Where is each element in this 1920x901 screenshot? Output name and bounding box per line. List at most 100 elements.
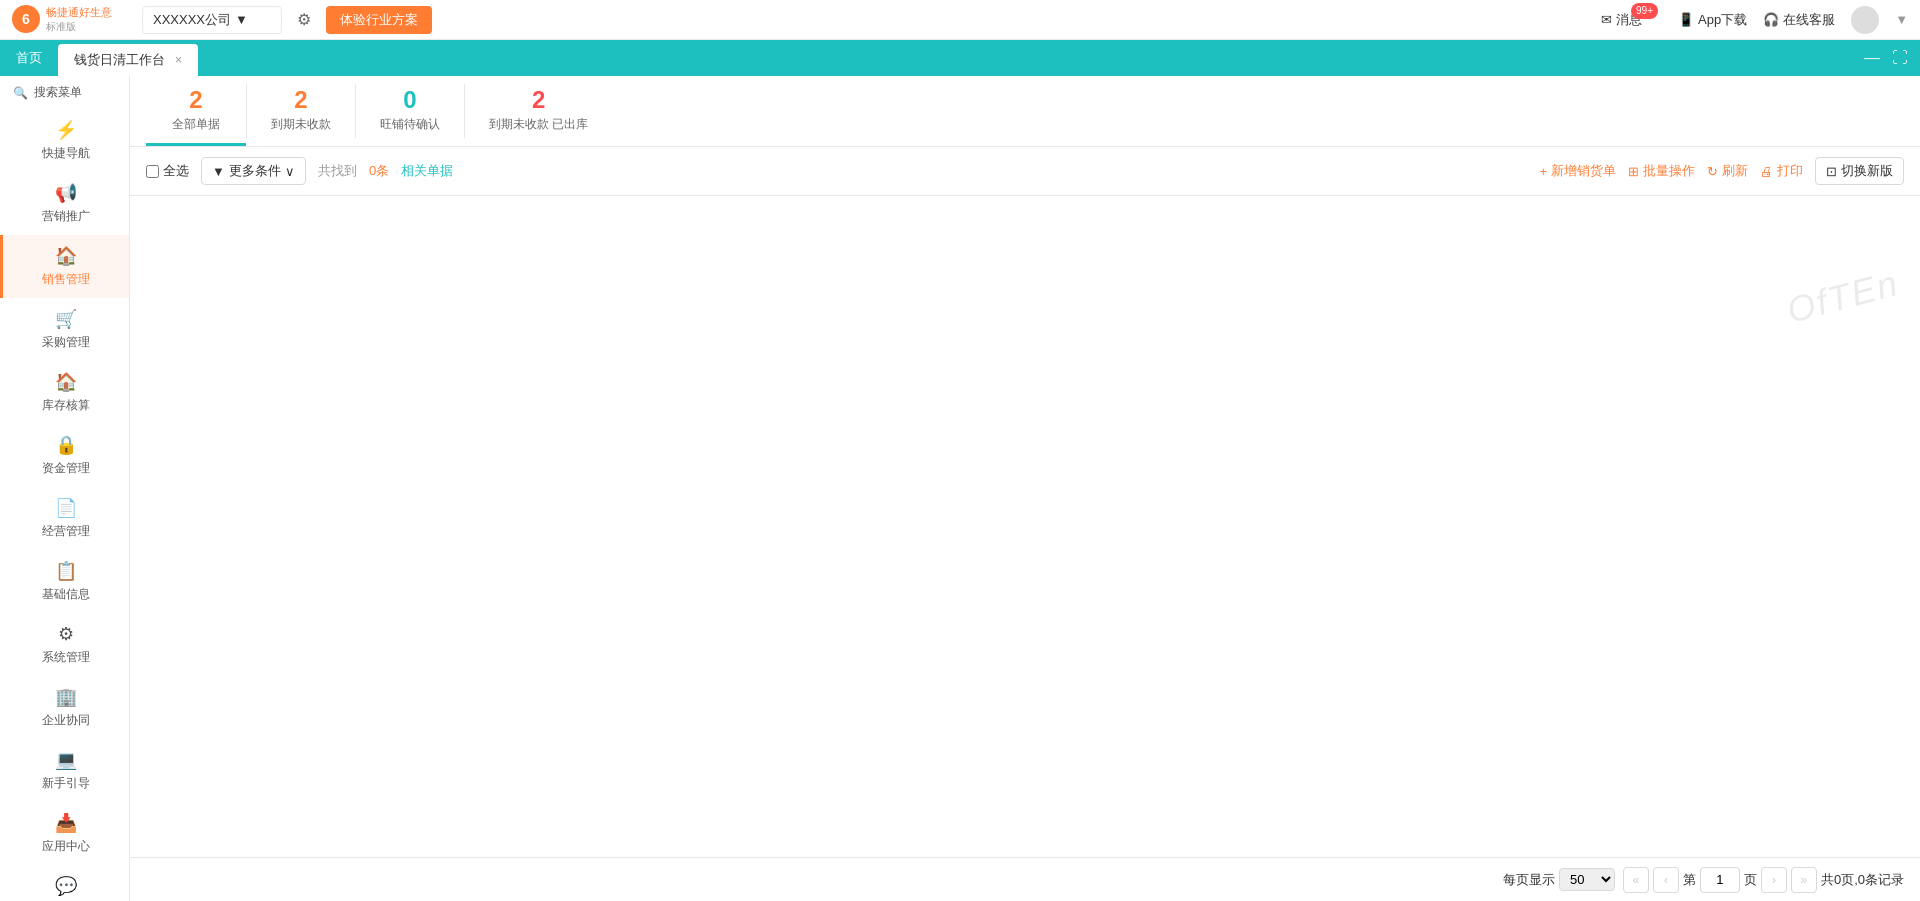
tab-bar-actions: — ⛶: [1864, 49, 1920, 67]
related-link[interactable]: 相关单据: [401, 162, 453, 180]
table-area: [130, 196, 1920, 857]
content-area: OfTEn 2 全部单据 2 到期未收款 0 旺铺待确认 2 到期未收款 已出库: [130, 76, 1920, 901]
filter-label: 更多条件: [229, 162, 281, 180]
sidebar-item-purchase[interactable]: 🛒 采购管理: [0, 298, 129, 361]
sidebar-item-sales[interactable]: 🏠 销售管理: [0, 235, 129, 298]
guide-icon: 💻: [55, 749, 77, 771]
basic-info-icon: 📋: [55, 560, 77, 582]
header-actions: ⚙ 体验行业方案: [290, 6, 432, 34]
select-all-input[interactable]: [146, 165, 159, 178]
main-layout: 🔍 搜索菜单 ⚡ 快捷导航 📢 营销推广 🏠 销售管理 🛒 采购管理 🏠 库存核…: [0, 76, 1920, 901]
stat-tab-overdue[interactable]: 2 到期未收款: [247, 76, 355, 146]
tab-close-icon[interactable]: ×: [175, 53, 182, 67]
sidebar-item-app-center[interactable]: 📥 应用中心: [0, 802, 129, 865]
username[interactable]: ▼: [1895, 12, 1908, 27]
stat-pending-num: 0: [403, 86, 416, 114]
stat-tab-pending[interactable]: 0 旺铺待确认: [356, 76, 464, 146]
sidebar-item-wechat[interactable]: 💬 企业微信: [0, 865, 129, 901]
sidebar-item-label: 资金管理: [42, 460, 90, 477]
app-center-icon: 📥: [55, 812, 77, 834]
stat-tab-all[interactable]: 2 全部单据: [146, 76, 246, 146]
print-button[interactable]: 🖨 打印: [1760, 162, 1803, 180]
logo-text-block: 畅捷通好生意 标准版: [46, 5, 112, 33]
sidebar-item-cooperation[interactable]: 🏢 企业协同: [0, 676, 129, 739]
sidebar-item-label: 系统管理: [42, 649, 90, 666]
switch-icon: ⊡: [1826, 164, 1837, 179]
tab-home[interactable]: 首页: [0, 40, 58, 76]
chevron-down-icon: ▼: [235, 12, 248, 27]
refresh-button[interactable]: ↻ 刷新: [1707, 162, 1748, 180]
page-unit: 页: [1744, 871, 1757, 889]
tab-active-label: 钱货日清工作台: [74, 51, 165, 69]
print-icon: 🖨: [1760, 164, 1773, 179]
online-service-label: 在线客服: [1783, 11, 1835, 29]
select-all-checkbox[interactable]: 全选: [146, 162, 189, 180]
tab-minimize-icon[interactable]: —: [1864, 49, 1880, 67]
tab-home-label: 首页: [16, 49, 42, 67]
stat-pending-label: 旺铺待确认: [380, 116, 440, 133]
stat-tab-unshipped[interactable]: 2 到期未收款 已出库: [465, 76, 612, 146]
stat-all-num: 2: [189, 86, 202, 114]
company-name: XXXXXX公司: [153, 11, 231, 29]
sidebar-search[interactable]: 🔍 搜索菜单: [0, 76, 129, 109]
stat-overdue-num: 2: [294, 86, 307, 114]
sidebar-item-system[interactable]: ⚙ 系统管理: [0, 613, 129, 676]
filter-chevron-icon: ∨: [285, 164, 295, 179]
tab-expand-icon[interactable]: ⛶: [1892, 49, 1908, 67]
stats-tabs: 2 全部单据 2 到期未收款 0 旺铺待确认 2 到期未收款 已出库: [130, 76, 1920, 147]
filter-button[interactable]: ▼ 更多条件 ∨: [201, 157, 306, 185]
page-last-button[interactable]: »: [1791, 867, 1817, 893]
stat-overdue-label: 到期未收款: [271, 116, 331, 133]
stat-unshipped-num: 2: [532, 86, 545, 114]
top-header: 6 畅捷通好生意 标准版 XXXXXX公司 ▼ ⚙ 体验行业方案 ✉ 消息 99…: [0, 0, 1920, 40]
add-sales-button[interactable]: + 新增销货单: [1539, 162, 1616, 180]
operation-icon: 📄: [55, 497, 77, 519]
settings-icon[interactable]: ⚙: [290, 6, 318, 34]
avatar[interactable]: [1851, 6, 1879, 34]
sidebar-item-quick-nav[interactable]: ⚡ 快捷导航: [0, 109, 129, 172]
app-download-button[interactable]: 📱 App下载: [1678, 11, 1747, 29]
tab-bar: 首页 钱货日清工作台 × — ⛶: [0, 40, 1920, 76]
quick-nav-icon: ⚡: [55, 119, 77, 141]
add-label: 新增销货单: [1551, 162, 1616, 180]
found-count: 0条: [369, 162, 389, 180]
purchase-icon: 🛒: [55, 308, 77, 330]
page-next-button[interactable]: ›: [1761, 867, 1787, 893]
refresh-icon: ↻: [1707, 164, 1718, 179]
trial-button[interactable]: 体验行业方案: [326, 6, 432, 34]
sidebar-item-inventory[interactable]: 🏠 库存核算: [0, 361, 129, 424]
toolbar: 全选 ▼ 更多条件 ∨ 共找到 0条 相关单据 + 新增销货单 ⊞ 批量操作: [130, 147, 1920, 196]
sidebar: 🔍 搜索菜单 ⚡ 快捷导航 📢 营销推广 🏠 销售管理 🛒 采购管理 🏠 库存核…: [0, 76, 130, 901]
sidebar-item-label: 基础信息: [42, 586, 90, 603]
sidebar-item-marketing[interactable]: 📢 营销推广: [0, 172, 129, 235]
sidebar-item-basic-info[interactable]: 📋 基础信息: [0, 550, 129, 613]
tab-active[interactable]: 钱货日清工作台 ×: [58, 44, 198, 76]
sidebar-item-label: 应用中心: [42, 838, 90, 855]
sidebar-item-label: 营销推广: [42, 208, 90, 225]
page-number-input[interactable]: [1700, 867, 1740, 893]
search-icon: 🔍: [13, 86, 28, 100]
sidebar-item-label: 新手引导: [42, 775, 90, 792]
batch-icon: ⊞: [1628, 164, 1639, 179]
message-button[interactable]: ✉ 消息 99+: [1601, 11, 1642, 29]
page-first-button[interactable]: «: [1623, 867, 1649, 893]
company-selector[interactable]: XXXXXX公司 ▼: [142, 6, 282, 34]
logo-area: 6 畅捷通好生意 标准版: [12, 5, 142, 33]
page-size-selector: 每页显示 10 20 50 100: [1503, 868, 1615, 891]
select-all-label: 全选: [163, 162, 189, 180]
headset-icon: 🎧: [1763, 12, 1779, 27]
online-service-button[interactable]: 🎧 在线客服: [1763, 11, 1835, 29]
found-prefix: 共找到: [318, 162, 357, 180]
sidebar-item-operation[interactable]: 📄 经营管理: [0, 487, 129, 550]
batch-button[interactable]: ⊞ 批量操作: [1628, 162, 1695, 180]
sidebar-item-label: 销售管理: [42, 271, 90, 288]
sidebar-item-guide[interactable]: 💻 新手引导: [0, 739, 129, 802]
sidebar-item-label: 企业协同: [42, 712, 90, 729]
per-page-label: 每页显示: [1503, 871, 1555, 889]
page-size-select-input[interactable]: 10 20 50 100: [1559, 868, 1615, 891]
switch-version-button[interactable]: ⊡ 切换新版: [1815, 157, 1904, 185]
page-prev-button[interactable]: ‹: [1653, 867, 1679, 893]
sidebar-item-label: 库存核算: [42, 397, 90, 414]
header-right: ✉ 消息 99+ 📱 App下载 🎧 在线客服 ▼: [1601, 6, 1908, 34]
sidebar-item-capital[interactable]: 🔒 资金管理: [0, 424, 129, 487]
